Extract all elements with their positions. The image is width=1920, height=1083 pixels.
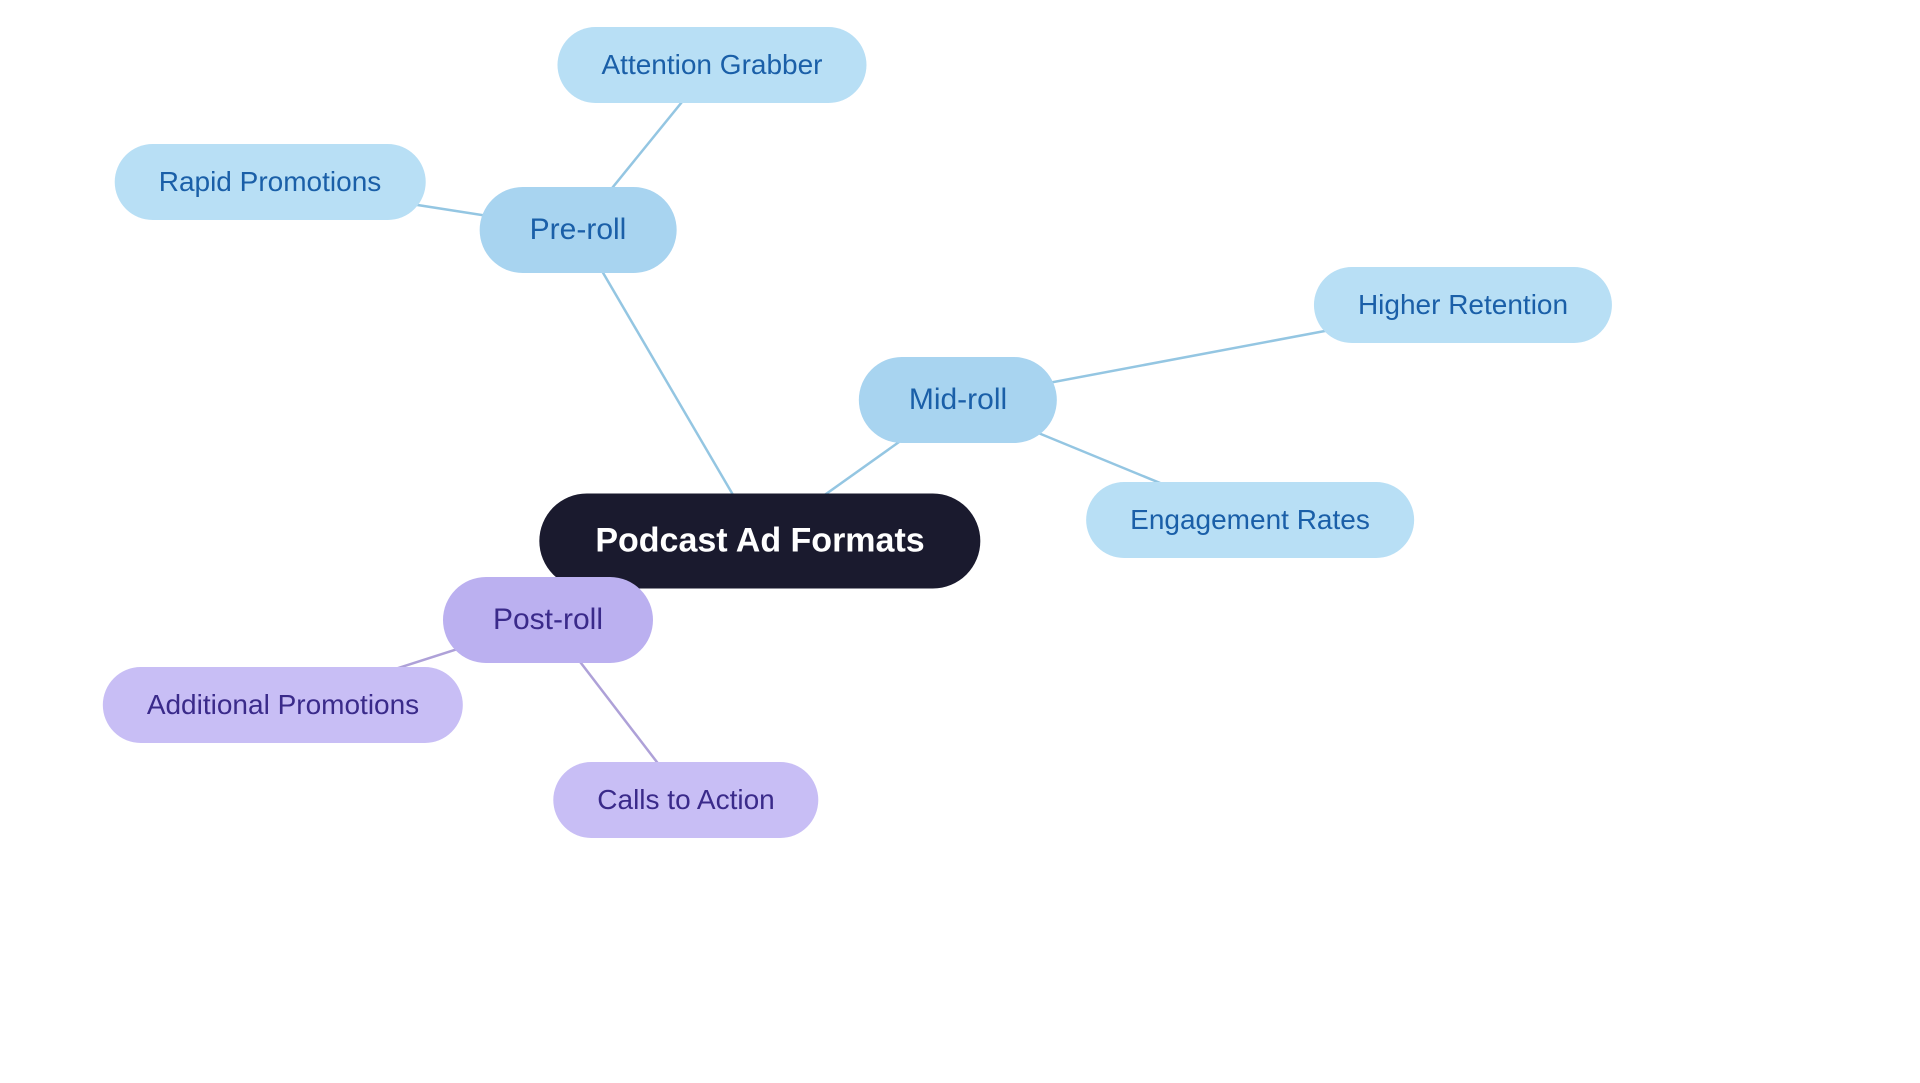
node-label-higher-retention: Higher Retention [1358,289,1568,321]
node-label-preroll: Pre-roll [530,213,627,247]
node-rapid-promotions[interactable]: Rapid Promotions [115,144,426,220]
node-label-postroll: Post-roll [493,603,603,637]
node-label-center: Podcast Ad Formats [595,522,924,561]
node-attention-grabber[interactable]: Attention Grabber [557,27,866,103]
node-label-calls-to-action: Calls to Action [597,784,774,816]
node-midroll[interactable]: Mid-roll [859,357,1057,443]
node-higher-retention[interactable]: Higher Retention [1314,267,1612,343]
node-preroll[interactable]: Pre-roll [480,187,677,273]
node-label-rapid-promotions: Rapid Promotions [159,166,382,198]
node-label-additional-promotions: Additional Promotions [147,689,419,721]
node-center[interactable]: Podcast Ad Formats [539,494,980,589]
node-label-attention-grabber: Attention Grabber [601,49,822,81]
node-postroll[interactable]: Post-roll [443,577,653,663]
node-label-midroll: Mid-roll [909,383,1007,417]
node-engagement-rates[interactable]: Engagement Rates [1086,482,1414,558]
node-label-engagement-rates: Engagement Rates [1130,504,1370,536]
mind-map-container: Podcast Ad Formats Pre-roll Mid-roll Post-r… [0,0,1920,1083]
node-calls-to-action[interactable]: Calls to Action [553,762,818,838]
node-additional-promotions[interactable]: Additional Promotions [103,667,463,743]
